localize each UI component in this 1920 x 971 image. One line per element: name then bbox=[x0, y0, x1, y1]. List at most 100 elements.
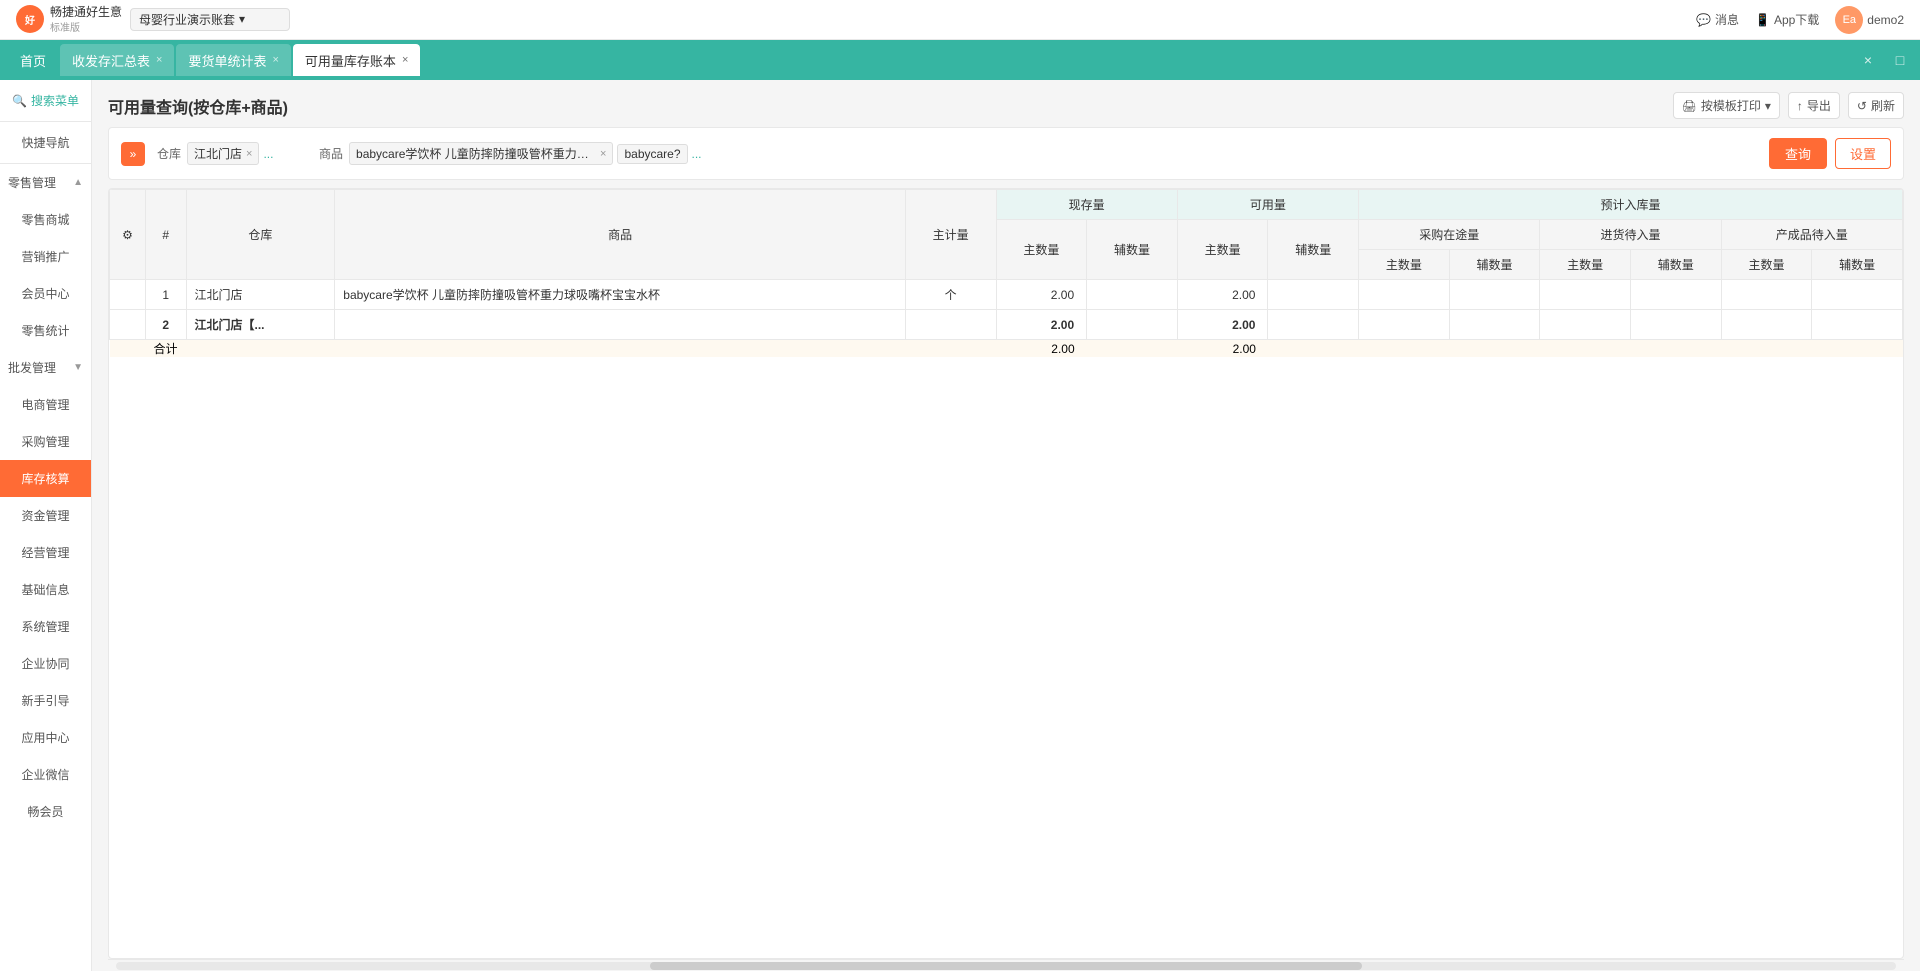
th-available-aux-qty: 辅数量 bbox=[1268, 220, 1359, 280]
cell-warehouse-2: 江北门店【... bbox=[186, 310, 335, 340]
th-production-main: 主数量 bbox=[1721, 250, 1812, 280]
sidebar-item-member-center[interactable]: 会员中心 bbox=[0, 275, 91, 312]
search-menu-button[interactable]: 🔍 搜索菜单 bbox=[8, 88, 83, 113]
sidebar-item-quick-nav[interactable]: 快捷导航 bbox=[0, 126, 91, 159]
horizontal-scrollbar[interactable] bbox=[108, 959, 1904, 971]
tab-available-stock[interactable]: 可用量库存账本 × bbox=[293, 44, 420, 76]
sidebar-item-app-center[interactable]: 应用中心 bbox=[0, 719, 91, 756]
sidebar-new-guide-label: 新手引导 bbox=[21, 692, 69, 709]
tab-order-stats-close[interactable]: × bbox=[272, 54, 278, 66]
cell-production-aux-1 bbox=[1812, 280, 1903, 310]
sidebar-item-business-mgmt[interactable]: 经营管理 bbox=[0, 534, 91, 571]
user-area[interactable]: Ea demo2 bbox=[1835, 6, 1904, 34]
message-icon: 💬 bbox=[1696, 13, 1711, 27]
export-icon: ↑ bbox=[1797, 99, 1803, 113]
sidebar-enterprise-wechat-label: 企业微信 bbox=[21, 766, 69, 783]
tab-order-stats-label: 要货单统计表 bbox=[188, 51, 266, 70]
query-button[interactable]: 查询 bbox=[1769, 138, 1827, 169]
th-product: 商品 bbox=[335, 190, 906, 280]
sidebar-item-wholesale-mgmt[interactable]: 批发管理 ▼ bbox=[0, 349, 91, 386]
tenant-selector[interactable]: 母婴行业演示账套 ▾ bbox=[130, 8, 290, 31]
cell-product-1: babycare学饮杯 儿童防摔防撞吸管杯重力球吸嘴杯宝宝水杯 bbox=[335, 280, 906, 310]
cell-warehouse-1: 江北门店 bbox=[186, 280, 335, 310]
warehouse-more[interactable]: ... bbox=[263, 147, 273, 161]
cell-unit-1: 个 bbox=[905, 280, 996, 310]
sidebar-item-member[interactable]: 畅会员 bbox=[0, 793, 91, 830]
cell-purchase-aux-1 bbox=[1449, 280, 1540, 310]
sidebar-system-mgmt-label: 系统管理 bbox=[21, 618, 69, 635]
product-tag-2-text: babycare? bbox=[624, 147, 680, 161]
sidebar-item-marketing[interactable]: 营销推广 bbox=[0, 238, 91, 275]
sidebar-item-new-guide[interactable]: 新手引导 bbox=[0, 682, 91, 719]
th-incoming: 进货待入量 bbox=[1540, 220, 1721, 250]
sidebar-item-retail-mgmt[interactable]: 零售管理 ▲ bbox=[0, 164, 91, 201]
setting-button[interactable]: 设置 bbox=[1835, 138, 1891, 169]
logo-icon: 好 bbox=[16, 5, 44, 33]
cell-incoming-main-1 bbox=[1540, 280, 1631, 310]
cell-available-aux-2 bbox=[1268, 310, 1359, 340]
refresh-button[interactable]: ↺ 刷新 bbox=[1848, 92, 1904, 119]
sidebar-item-enterprise[interactable]: 企业协同 bbox=[0, 645, 91, 682]
close-window-button[interactable]: × bbox=[1856, 48, 1880, 72]
refresh-label: 刷新 bbox=[1871, 97, 1895, 114]
expand-filter-button[interactable]: » bbox=[121, 142, 145, 166]
th-available-main-qty: 主数量 bbox=[1177, 220, 1268, 280]
sidebar-item-enterprise-wechat[interactable]: 企业微信 bbox=[0, 756, 91, 793]
print-button[interactable]: 🖨 按模板打印 ▾ bbox=[1673, 92, 1780, 119]
sidebar-wholesale-mgmt-label: 批发管理 bbox=[8, 359, 56, 376]
sidebar-item-finance[interactable]: 资金管理 bbox=[0, 497, 91, 534]
th-current-stock: 现存量 bbox=[996, 190, 1177, 220]
sidebar-ecommerce-label: 电商管理 bbox=[21, 396, 69, 413]
sidebar-item-system-mgmt[interactable]: 系统管理 bbox=[0, 608, 91, 645]
th-purchase-main: 主数量 bbox=[1359, 250, 1450, 280]
tab-receive-send-close[interactable]: × bbox=[156, 54, 162, 66]
tab-home[interactable]: 首页 bbox=[8, 44, 58, 76]
tab-receive-send[interactable]: 收发存汇总表 × bbox=[60, 44, 174, 76]
cell-production-aux-2 bbox=[1812, 310, 1903, 340]
cell-production-main-2 bbox=[1721, 310, 1812, 340]
app-download-label: App下载 bbox=[1774, 11, 1819, 28]
warehouse-tag-1-text: 江北门店 bbox=[194, 145, 242, 162]
sidebar-item-ecommerce[interactable]: 电商管理 bbox=[0, 386, 91, 423]
filter-right-buttons: 查询 设置 bbox=[1769, 138, 1891, 169]
tab-available-stock-close[interactable]: × bbox=[402, 54, 408, 66]
th-gear[interactable]: ⚙ bbox=[110, 190, 146, 280]
chevron-down-icon: ▼ bbox=[73, 362, 83, 373]
sidebar-item-retail-stats[interactable]: 零售统计 bbox=[0, 312, 91, 349]
th-available: 可用量 bbox=[1177, 190, 1358, 220]
app-download-button[interactable]: 📱 App下载 bbox=[1755, 11, 1819, 28]
message-button[interactable]: 💬 消息 bbox=[1696, 11, 1739, 28]
export-button[interactable]: ↑ 导出 bbox=[1788, 92, 1840, 119]
page-actions: 🖨 按模板打印 ▾ ↑ 导出 ↺ 刷新 bbox=[1673, 92, 1904, 119]
footer-current-main: 2.00 bbox=[996, 340, 1087, 358]
cell-product-2 bbox=[335, 310, 906, 340]
product-tag-1-remove[interactable]: × bbox=[600, 148, 606, 160]
sidebar-item-basic-info[interactable]: 基础信息 bbox=[0, 571, 91, 608]
product-filter: 商品 babycare学饮杯 儿童防摔防撞吸管杯重力球吸嘴杯宝宝水杯 × bab… bbox=[319, 142, 702, 165]
tab-home-label: 首页 bbox=[20, 51, 46, 70]
table-row: 1 江北门店 babycare学饮杯 儿童防摔防撞吸管杯重力球吸嘴杯宝宝水杯 个… bbox=[110, 280, 1903, 310]
data-table: ⚙ # 仓库 商品 主计量 现存量 可用量 预计入库量 主数量 辅数量 主数量 … bbox=[109, 189, 1903, 357]
footer-label: 合计 bbox=[146, 340, 997, 358]
th-current-aux-qty: 辅数量 bbox=[1087, 220, 1178, 280]
cell-available-aux-1 bbox=[1268, 280, 1359, 310]
tenant-name: 母婴行业演示账套 bbox=[139, 11, 235, 28]
sidebar-quick-nav-label: 快捷导航 bbox=[21, 134, 69, 151]
th-forecast: 预计入库量 bbox=[1359, 190, 1903, 220]
warehouse-tag-1-remove[interactable]: × bbox=[246, 148, 252, 160]
product-tag-1: babycare学饮杯 儿童防摔防撞吸管杯重力球吸嘴杯宝宝水杯 × bbox=[349, 142, 613, 165]
sidebar-item-inventory[interactable]: 库存核算 bbox=[0, 460, 91, 497]
tab-available-stock-label: 可用量库存账本 bbox=[305, 51, 396, 70]
tab-order-stats[interactable]: 要货单统计表 × bbox=[176, 44, 290, 76]
cell-current-aux-2 bbox=[1087, 310, 1178, 340]
product-label: 商品 bbox=[319, 145, 343, 162]
maximize-window-button[interactable]: □ bbox=[1888, 48, 1912, 72]
sidebar-item-retail-mall[interactable]: 零售商城 bbox=[0, 201, 91, 238]
sidebar-item-purchase[interactable]: 采购管理 bbox=[0, 423, 91, 460]
avatar-initials: Ea bbox=[1843, 14, 1856, 26]
product-more[interactable]: ... bbox=[692, 147, 702, 161]
sidebar: 🔍 搜索菜单 快捷导航 零售管理 ▲ 零售商城 营销推广 会员中心 零售统计 批… bbox=[0, 80, 92, 971]
print-label: 按模板打印 bbox=[1701, 97, 1761, 114]
scrollbar-thumb[interactable] bbox=[650, 962, 1362, 970]
cell-current-aux-1 bbox=[1087, 280, 1178, 310]
